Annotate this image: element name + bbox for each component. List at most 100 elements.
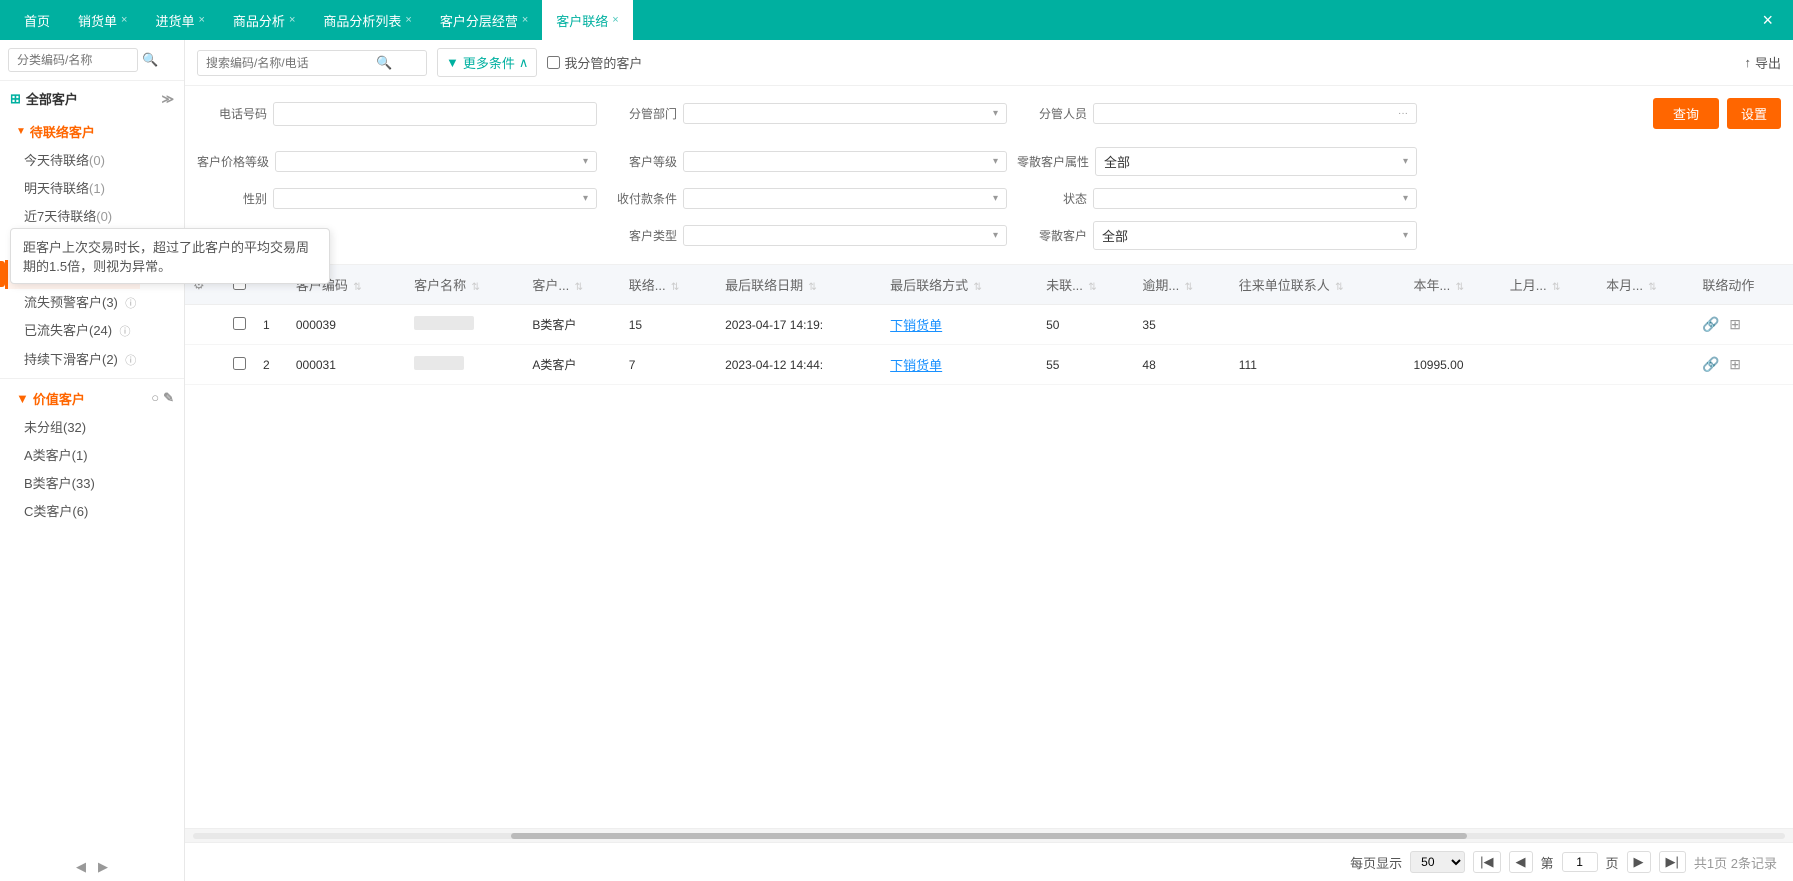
row1-link-icon[interactable]: 🔗 bbox=[1702, 316, 1719, 332]
page-number-input[interactable] bbox=[1562, 852, 1598, 872]
value-group-edit-icon[interactable]: ○ bbox=[151, 390, 159, 406]
gender-select[interactable]: ▾ bbox=[273, 188, 597, 209]
sort-last-month-icon[interactable]: ⇅ bbox=[1552, 282, 1560, 293]
next-page-button[interactable]: ▶ bbox=[1627, 851, 1651, 873]
tab-analysis-list-label: 商品分析列表 bbox=[323, 11, 401, 30]
row2-more-icon[interactable]: ⊞ bbox=[1729, 356, 1741, 372]
tab-customer-segment-close[interactable]: × bbox=[522, 14, 528, 26]
customer-level-select[interactable]: ▾ bbox=[683, 151, 1007, 172]
tooltip-box: 距客户上次交易时长，超过了此客户的平均交易周期的1.5倍，则视为异常。 bbox=[10, 228, 185, 284]
tab-analysis-close[interactable]: × bbox=[289, 14, 295, 26]
value-group-settings-icon[interactable]: ✎ bbox=[163, 390, 174, 406]
pending-group-title[interactable]: ▼ 待联络客户 bbox=[0, 116, 184, 147]
phone-input[interactable] bbox=[273, 102, 597, 126]
more-conditions-button[interactable]: ▼ 更多条件 ∧ bbox=[437, 48, 537, 77]
all-customers-label: 全部客户 bbox=[26, 89, 78, 108]
payment-select[interactable]: ▾ bbox=[683, 188, 1007, 209]
row2-method-link[interactable]: 下销货单 bbox=[890, 358, 942, 373]
filter-status-field: 状态 ▾ bbox=[1017, 188, 1417, 209]
sidebar-item-b-class[interactable]: B类客户(33) bbox=[0, 470, 184, 498]
tab-purchase[interactable]: 进货单 × bbox=[141, 0, 218, 40]
my-customer-checkbox[interactable] bbox=[547, 56, 560, 69]
tab-purchase-close[interactable]: × bbox=[198, 14, 204, 26]
row1-last-contact-method: 下销货单 bbox=[882, 305, 1038, 345]
sidebar-item-lost[interactable]: 已流失客户(24) ⓘ bbox=[0, 317, 184, 345]
sort-method-icon[interactable]: ⇅ bbox=[974, 282, 982, 293]
tab-sales[interactable]: 销货单 × bbox=[64, 0, 141, 40]
per-page-label: 每页显示 bbox=[1350, 853, 1402, 872]
app-close-button[interactable]: × bbox=[1752, 10, 1783, 31]
filter-search-icon[interactable]: 🔍 bbox=[376, 55, 392, 71]
tab-customer-segment[interactable]: 客户分层经营 × bbox=[426, 0, 542, 40]
sidebar-item-ungroup[interactable]: 未分组(32) bbox=[0, 414, 184, 442]
per-page-select[interactable]: 50 20 100 bbox=[1410, 851, 1465, 873]
filter-person-field: 分管人员 ··· bbox=[1017, 103, 1417, 124]
status-select[interactable]: ▾ bbox=[1093, 188, 1417, 209]
table-header: ⚙ 客户编码 ⇅ 客户名称 ⇅ bbox=[185, 265, 1793, 305]
tab-customer-contact-close[interactable]: × bbox=[612, 14, 618, 26]
sidebar-search-input[interactable] bbox=[8, 48, 138, 72]
sort-unreached-icon[interactable]: ⇅ bbox=[1088, 282, 1096, 293]
sort-name-icon[interactable]: ⇅ bbox=[471, 282, 479, 293]
tab-analysis-list-close[interactable]: × bbox=[405, 14, 411, 26]
scrollbar-thumb[interactable] bbox=[511, 833, 1466, 839]
collapse-button[interactable]: ≫ bbox=[161, 92, 174, 106]
prev-page-button[interactable]: ◀ bbox=[1509, 851, 1533, 873]
row1-checkbox[interactable] bbox=[233, 317, 246, 330]
sort-overdue-icon[interactable]: ⇅ bbox=[1185, 282, 1193, 293]
row1-overdue: 35 bbox=[1134, 305, 1230, 345]
tab-analysis-list[interactable]: 商品分析列表 × bbox=[309, 0, 425, 40]
sort-contact-icon[interactable]: ⇅ bbox=[671, 282, 679, 293]
query-button[interactable]: 查询 bbox=[1653, 98, 1719, 129]
retail-attr-value: 全部 bbox=[1104, 152, 1130, 171]
sort-year-icon[interactable]: ⇅ bbox=[1456, 282, 1464, 293]
sidebar-next-btn[interactable]: ▶ bbox=[92, 857, 114, 877]
tab-customer-contact[interactable]: 客户联络 × bbox=[542, 0, 632, 40]
my-customer-label: 我分管的客户 bbox=[564, 53, 642, 72]
sidebar-item-lost-preview[interactable]: 流失预警客户(3) ⓘ bbox=[0, 289, 184, 317]
sort-date-icon[interactable]: ⇅ bbox=[808, 282, 816, 293]
sidebar-item-today[interactable]: 今天待联络(0) bbox=[0, 147, 184, 175]
th-this-month: 本月... ⇅ bbox=[1598, 265, 1694, 305]
retail-attr-select[interactable]: 全部 ▾ bbox=[1095, 147, 1417, 176]
page-unit: 页 bbox=[1606, 853, 1619, 872]
tab-analysis[interactable]: 商品分析 × bbox=[219, 0, 309, 40]
sidebar-item-a-class[interactable]: A类客户(1) bbox=[0, 442, 184, 470]
sidebar-item-tomorrow[interactable]: 明天待联络(1) bbox=[0, 175, 184, 203]
all-customers-title[interactable]: ⊞ 全部客户 ≫ bbox=[0, 81, 184, 116]
first-page-button[interactable]: |◀ bbox=[1473, 851, 1500, 873]
page-label: 第 bbox=[1541, 853, 1554, 872]
dept-select[interactable]: ▾ bbox=[683, 103, 1007, 124]
table-row: 2 000031 A类客户 7 2023-04-12 14:44: 下销货单 5… bbox=[185, 345, 1793, 385]
sort-unit-icon[interactable]: ⇅ bbox=[1335, 282, 1343, 293]
export-button[interactable]: ↑ 导出 bbox=[1744, 53, 1781, 72]
row1-this-month bbox=[1598, 305, 1694, 345]
tooltip-text: 距客户上次交易时长，超过了此客户的平均交易周期的1.5倍，则视为异常。 bbox=[23, 240, 185, 274]
sidebar-item-declining[interactable]: 持续下滑客户(2) ⓘ bbox=[0, 346, 184, 374]
retail-customer-select[interactable]: 全部 ▾ bbox=[1093, 221, 1417, 250]
sort-category-icon[interactable]: ⇅ bbox=[575, 282, 583, 293]
horizontal-scrollbar[interactable] bbox=[185, 828, 1793, 842]
row2-this-year: 10995.00 bbox=[1405, 345, 1501, 385]
tab-sales-close[interactable]: × bbox=[121, 14, 127, 26]
price-level-select[interactable]: ▾ bbox=[275, 151, 597, 172]
sort-code-icon[interactable]: ⇅ bbox=[353, 282, 361, 293]
sidebar-prev-btn[interactable]: ◀ bbox=[70, 857, 92, 877]
person-select[interactable]: ··· bbox=[1093, 103, 1417, 124]
value-group-title[interactable]: ▼ 价值客户 ○ ✎ bbox=[0, 383, 184, 414]
settings-button[interactable]: 设置 bbox=[1727, 98, 1781, 129]
row1-more-icon[interactable]: ⊞ bbox=[1729, 316, 1741, 332]
tab-home[interactable]: 首页 bbox=[10, 0, 64, 40]
export-label: 导出 bbox=[1755, 53, 1781, 72]
main-layout: 🔍 ⊞ 全部客户 ≫ ▼ 待联络客户 今天待联络(0) 明天待联络(1) 近7天… bbox=[0, 40, 1793, 881]
customer-type-select[interactable]: ▾ bbox=[683, 225, 1007, 246]
row2-checkbox[interactable] bbox=[233, 357, 246, 370]
sidebar-item-c-class[interactable]: C类客户(6) bbox=[0, 498, 184, 526]
last-page-button[interactable]: ▶| bbox=[1659, 851, 1686, 873]
sort-this-month-icon[interactable]: ⇅ bbox=[1648, 282, 1656, 293]
row1-method-link[interactable]: 下销货单 bbox=[890, 318, 942, 333]
table-body: 1 000039 B类客户 15 2023-04-17 14:19: 下销货单 … bbox=[185, 305, 1793, 385]
filter-search-input[interactable] bbox=[206, 56, 376, 70]
row2-link-icon[interactable]: 🔗 bbox=[1702, 356, 1719, 372]
sidebar-search-icon[interactable]: 🔍 bbox=[142, 52, 158, 68]
